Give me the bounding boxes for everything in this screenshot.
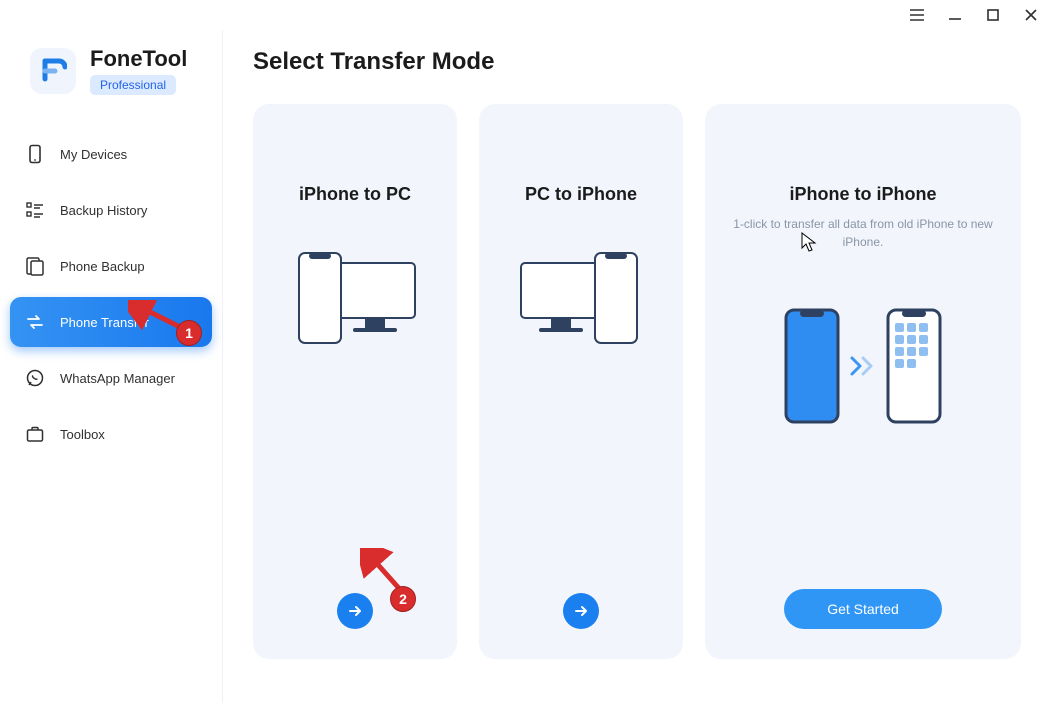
- card-desc: 1-click to transfer all data from old iP…: [723, 215, 1003, 251]
- backup-icon: [24, 255, 46, 277]
- device-icon: [24, 143, 46, 165]
- sidebar-item-label: Phone Backup: [60, 259, 145, 274]
- brand: FoneTool Professional: [10, 38, 212, 119]
- transfer-icon: [24, 311, 46, 333]
- sidebar-item-label: My Devices: [60, 147, 127, 162]
- sidebar-item-label: WhatsApp Manager: [60, 371, 175, 386]
- card-title: PC to iPhone: [497, 184, 665, 205]
- sidebar-item-label: Phone Transfer: [60, 315, 149, 330]
- brand-logo: [30, 48, 76, 94]
- sidebar-item-backup-history[interactable]: Backup History: [10, 185, 212, 235]
- arrow-right-icon: [573, 603, 589, 619]
- hamburger-icon[interactable]: [909, 7, 925, 23]
- brand-badge: Professional: [90, 75, 176, 95]
- illustration-iphone-to-iphone: [723, 307, 1003, 425]
- page-title: Select Transfer Mode: [253, 48, 1021, 76]
- card-title: iPhone to iPhone: [723, 184, 1003, 205]
- sidebar-item-toolbox[interactable]: Toolbox: [10, 409, 212, 459]
- illustration-iphone-to-pc: [271, 249, 439, 349]
- sidebar-item-label: Toolbox: [60, 427, 105, 442]
- card-pc-to-iphone[interactable]: PC to iPhone: [479, 104, 683, 659]
- sidebar-item-label: Backup History: [60, 203, 147, 218]
- brand-name: FoneTool: [90, 46, 187, 72]
- button-label: Get Started: [827, 601, 899, 617]
- close-icon[interactable]: [1023, 7, 1039, 23]
- annotation-badge-1: 1: [176, 320, 202, 346]
- maximize-icon[interactable]: [985, 7, 1001, 23]
- list-icon: [24, 199, 46, 221]
- go-button-pc-to-iphone[interactable]: [563, 593, 599, 629]
- annotation-badge-2: 2: [390, 586, 416, 612]
- illustration-pc-to-iphone: [497, 249, 665, 349]
- arrow-right-icon: [347, 603, 363, 619]
- chevron-right-icon: [849, 354, 877, 378]
- sidebar-item-whatsapp-manager[interactable]: WhatsApp Manager: [10, 353, 212, 403]
- sidebar-item-phone-backup[interactable]: Phone Backup: [10, 241, 212, 291]
- chat-icon: [24, 367, 46, 389]
- toolbox-icon: [24, 423, 46, 445]
- minimize-icon[interactable]: [947, 7, 963, 23]
- sidebar-item-my-devices[interactable]: My Devices: [10, 129, 212, 179]
- card-iphone-to-iphone[interactable]: iPhone to iPhone 1-click to transfer all…: [705, 104, 1021, 659]
- card-title: iPhone to PC: [271, 184, 439, 205]
- card-iphone-to-pc[interactable]: iPhone to PC: [253, 104, 457, 659]
- go-button-iphone-to-pc[interactable]: [337, 593, 373, 629]
- get-started-button[interactable]: Get Started: [784, 589, 942, 629]
